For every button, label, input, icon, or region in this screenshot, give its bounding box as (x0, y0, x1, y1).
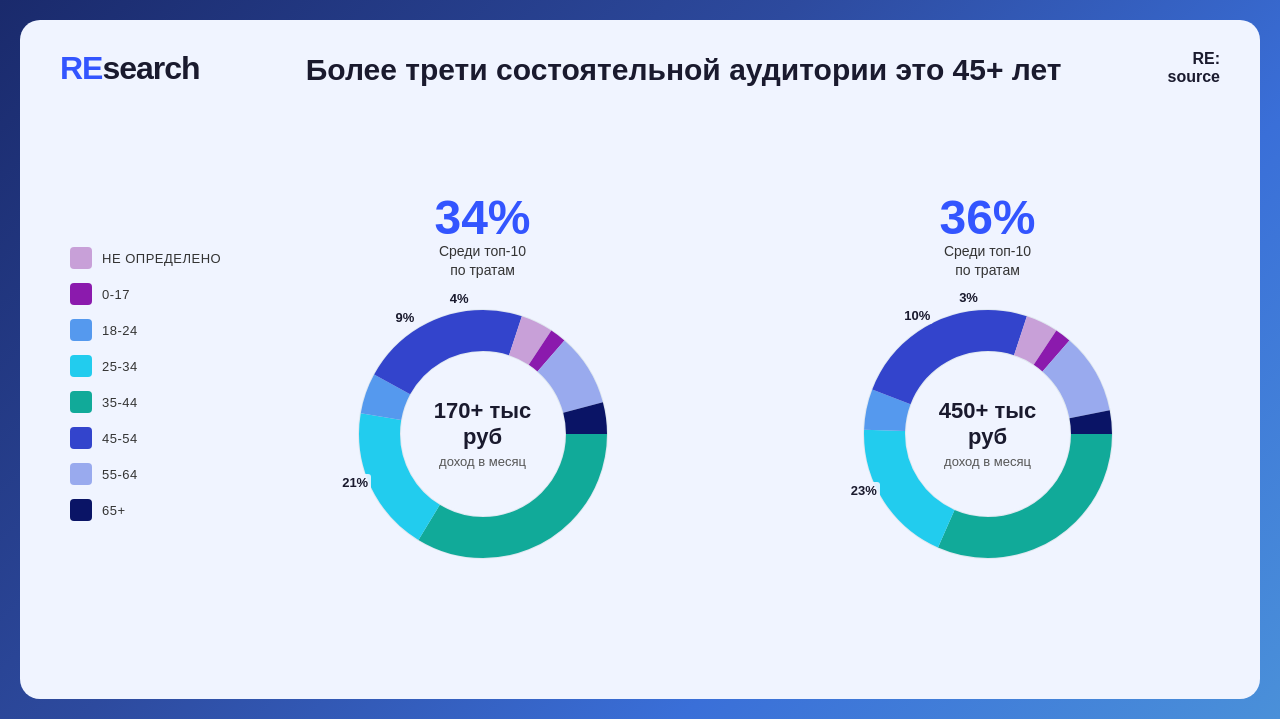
chart2-sublabel: доход в месяц (918, 455, 1058, 470)
legend-label-0-17: 0-17 (102, 287, 130, 302)
legend-color-35-44 (70, 391, 92, 413)
chart2-stat: 36% Среди топ-10 по тратам (939, 194, 1035, 278)
segment-label-55-64-chart2-svg: 10% (901, 307, 933, 324)
chart2-value: 450+ тыс руб (918, 398, 1058, 451)
legend-label-45-54: 45-54 (102, 431, 138, 446)
charts-area: 34% Среди топ-10 по тратам 170+ тыс руб … (250, 194, 1220, 573)
segment-label-45-54-chart2-svg: 23% (848, 482, 880, 499)
segment-label-65+-chart1-svg: 4% (447, 290, 472, 307)
legend-color-undefined (70, 247, 92, 269)
chart-block-2: 36% Среди топ-10 по тратам 450+ тыс руб … (848, 194, 1128, 573)
legend-item-18-24: 18-24 (70, 319, 230, 341)
chart2-percent: 36% (939, 194, 1035, 242)
chart2-label: Среди топ-10 по тратам (939, 242, 1035, 278)
legend-item-25-34: 25-34 (70, 355, 230, 377)
chart1-wrapper: 170+ тыс руб доход в месяц 21%9%4% (343, 294, 623, 574)
chart1-sublabel: доход в месяц (413, 455, 553, 470)
legend-label-18-24: 18-24 (102, 323, 138, 338)
legend-item-0-17: 0-17 (70, 283, 230, 305)
legend-label-35-44: 35-44 (102, 395, 138, 410)
legend-color-25-34 (70, 355, 92, 377)
legend-color-0-17 (70, 283, 92, 305)
page-title: Более трети состоятельной аудитории это … (220, 50, 1148, 89)
header: REsearch Более трети состоятельной аудит… (60, 50, 1220, 89)
legend-item-55-64: 55-64 (70, 463, 230, 485)
chart1-label: Среди топ-10 по тратам (434, 242, 530, 278)
main-card: REsearch Более трети состоятельной аудит… (20, 20, 1260, 699)
legend-color-18-24 (70, 319, 92, 341)
chart-block-1: 34% Среди топ-10 по тратам 170+ тыс руб … (343, 194, 623, 573)
logo-research: REsearch (60, 50, 200, 87)
legend-label-55-64: 55-64 (102, 467, 138, 482)
legend-item-45-54: 45-54 (70, 427, 230, 449)
legend-color-45-54 (70, 427, 92, 449)
legend-item-undefined: НЕ ОПРЕДЕЛЕНО (70, 247, 230, 269)
content-area: НЕ ОПРЕДЕЛЕНО 0-17 18-24 25-34 35-44 45-… (60, 99, 1220, 669)
legend-label-65+: 65+ (102, 503, 126, 518)
legend-color-55-64 (70, 463, 92, 485)
legend-item-35-44: 35-44 (70, 391, 230, 413)
chart1-center: 170+ тыс руб доход в месяц (413, 398, 553, 470)
chart1-stat: 34% Среди топ-10 по тратам (434, 194, 530, 278)
legend-label-undefined: НЕ ОПРЕДЕЛЕНО (102, 251, 221, 266)
segment-label-65+-chart2-svg: 3% (956, 289, 981, 306)
legend-color-65+ (70, 499, 92, 521)
logo-resource: RE: source (1168, 50, 1220, 85)
chart1-value: 170+ тыс руб (413, 398, 553, 451)
segment-label-55-64-chart1-svg: 9% (393, 309, 418, 326)
chart2-wrapper: 450+ тыс руб доход в месяц 23%10%3% (848, 294, 1128, 574)
segment-label-45-54-chart1-svg: 21% (339, 474, 371, 491)
legend-item-65+: 65+ (70, 499, 230, 521)
title-block: Более трети состоятельной аудитории это … (220, 50, 1148, 89)
legend: НЕ ОПРЕДЕЛЕНО 0-17 18-24 25-34 35-44 45-… (60, 247, 230, 521)
chart2-center: 450+ тыс руб доход в месяц (918, 398, 1058, 470)
legend-label-25-34: 25-34 (102, 359, 138, 374)
chart1-percent: 34% (434, 194, 530, 242)
